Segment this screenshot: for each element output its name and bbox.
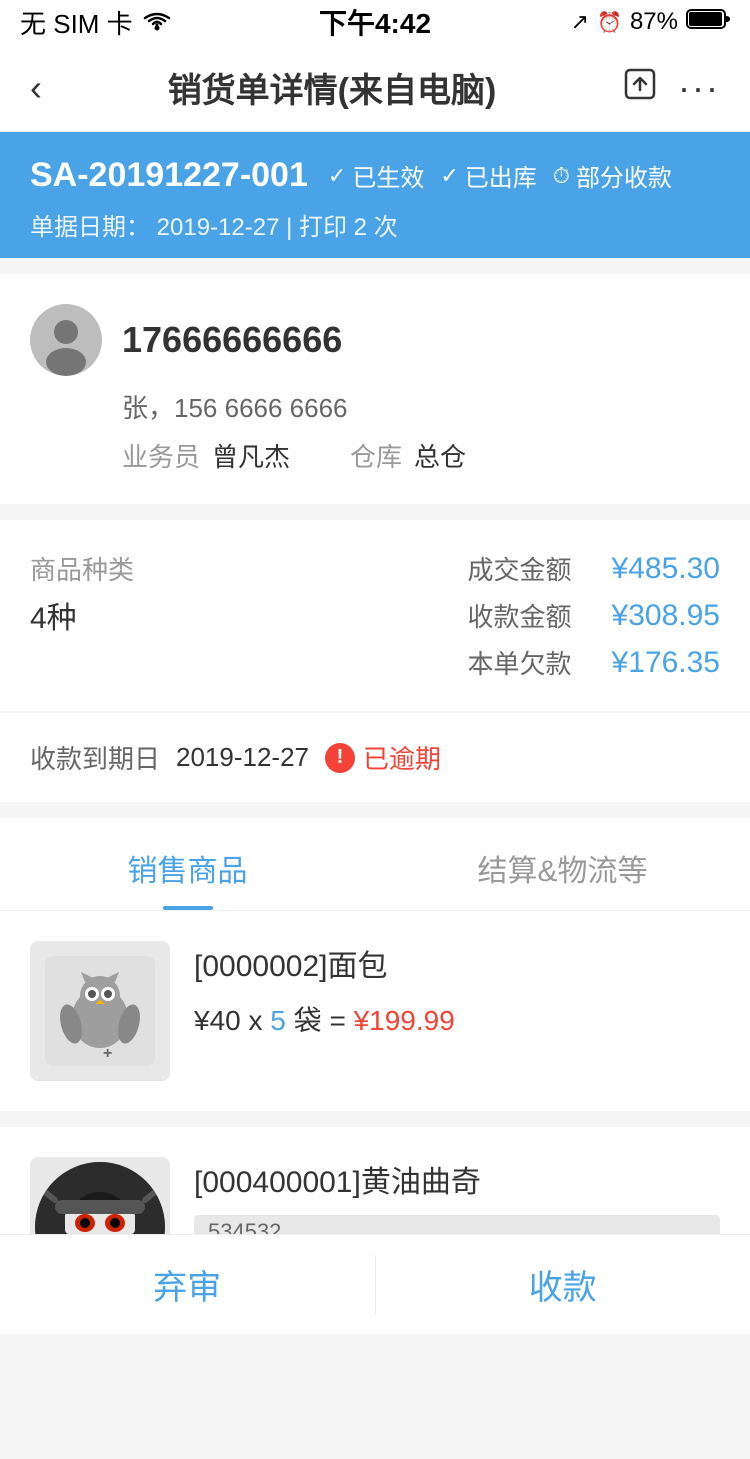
nav-actions: ··· [622, 66, 720, 110]
amount-value: ¥485.30 [612, 552, 720, 586]
check-icon-2: ✓ [440, 163, 458, 189]
carrier-text: 无 SIM 卡 [20, 4, 133, 41]
back-button[interactable]: ‹ [30, 67, 42, 109]
owed-value: ¥176.35 [612, 646, 720, 680]
svg-text:+: + [103, 1045, 112, 1062]
more-button[interactable]: ··· [678, 67, 720, 109]
received-value: ¥308.95 [612, 599, 720, 633]
status-shipped: ✓ 已出库 [440, 158, 536, 193]
share-button[interactable] [622, 66, 658, 110]
overdue-badge: ! 已逾期 [325, 739, 441, 776]
page-title: 销货单详情(来自电脑) [168, 63, 497, 112]
status-effective: ✓ 已生效 [328, 158, 424, 193]
customer-section: 17666666666 张，156 6666 6666 业务员 曾凡杰 仓库 总… [0, 274, 750, 504]
battery-icon [686, 8, 730, 37]
owed-label: 本单欠款 [468, 644, 572, 681]
tab-sales-products[interactable]: 销售商品 [0, 818, 375, 910]
product-name-2: [000400001]黄油曲奇 [194, 1157, 720, 1201]
tabs-section: 销售商品 结算&物流等 [0, 818, 750, 911]
confirm-button[interactable]: 收款 [376, 1240, 750, 1329]
amount-row-owed: 本单欠款 ¥176.35 [468, 644, 720, 681]
customer-name-phone: 张，156 6666 6666 [30, 388, 720, 425]
overdue-warning-icon: ! [325, 743, 355, 773]
order-id: SA-20191227-001 [30, 156, 308, 195]
amount-label: 成交金额 [468, 550, 572, 587]
sales-name: 曾凡杰 [212, 437, 290, 474]
wifi-icon [143, 7, 171, 38]
header-banner: SA-20191227-001 ✓ 已生效 ✓ 已出库 ⏱ 部分收款 单据日期：… [0, 132, 750, 258]
product-price-row-1: ¥40 x 5 袋 = ¥199.99 [194, 999, 720, 1039]
amount-stats: 成交金额 ¥485.30 收款金额 ¥308.95 本单欠款 ¥176.35 [468, 550, 720, 681]
bottom-bar: 弃审 收款 [0, 1234, 750, 1334]
due-date-label: 收款到期日 [30, 739, 160, 776]
nav-bar: ‹ 销货单详情(来自电脑) ··· [0, 44, 750, 132]
product-name-1: [0000002]面包 [194, 941, 720, 985]
status-tags: ✓ 已生效 ✓ 已出库 ⏱ 部分收款 [328, 158, 672, 193]
sales-info: 业务员 曾凡杰 [122, 437, 290, 474]
stats-section: 商品种类 4种 成交金额 ¥485.30 收款金额 ¥308.95 本单欠款 ¥… [0, 520, 750, 711]
clock-icon: ⏱ [553, 163, 570, 189]
amount-row-received: 收款金额 ¥308.95 [468, 597, 720, 634]
product-qty-1: 5 [270, 1005, 286, 1036]
product-item: + [0000002]面包 ¥40 x 5 袋 = ¥199.99 [0, 911, 750, 1111]
tab-settlement[interactable]: 结算&物流等 [375, 818, 750, 910]
warehouse-name: 总仓 [414, 437, 466, 474]
tab-indicator [163, 906, 213, 910]
amount-row-total: 成交金额 ¥485.30 [468, 550, 720, 587]
type-count: 4种 [30, 593, 77, 637]
alarm-icon: ⏰ [597, 10, 622, 35]
location-icon: ↗ [571, 9, 589, 35]
product-total-1: ¥199.99 [354, 1005, 455, 1036]
product-thumbnail-1: + [30, 941, 170, 1081]
overdue-text: 已逾期 [363, 739, 441, 776]
customer-meta: 业务员 曾凡杰 仓库 总仓 [30, 437, 720, 474]
battery-text: 87% [630, 8, 678, 36]
product-type-stats: 商品种类 4种 [30, 550, 134, 637]
type-label: 商品种类 [30, 550, 134, 587]
cancel-button[interactable]: 弃审 [0, 1240, 375, 1329]
status-bar-left: 无 SIM 卡 [20, 4, 171, 41]
tabs-row: 销售商品 结算&物流等 [0, 818, 750, 910]
status-bar: 无 SIM 卡 下午4:42 ↗ ⏰ 87% [0, 0, 750, 44]
avatar [30, 304, 102, 376]
received-label: 收款金额 [468, 597, 572, 634]
warehouse-info: 仓库 总仓 [350, 437, 466, 474]
check-icon-1: ✓ [328, 163, 346, 189]
status-bar-right: ↗ ⏰ 87% [571, 8, 730, 37]
due-date-value: 2019-12-27 [176, 742, 309, 773]
header-date-info: 单据日期： 2019-12-27 | 打印 2 次 [30, 207, 720, 242]
product-info-1: [0000002]面包 ¥40 x 5 袋 = ¥199.99 [194, 941, 720, 1039]
customer-phone: 17666666666 [122, 319, 342, 361]
due-date-section: 收款到期日 2019-12-27 ! 已逾期 [0, 713, 750, 802]
product-list: + [0000002]面包 ¥40 x 5 袋 = ¥199.99 [0, 911, 750, 1459]
status-partial-payment: ⏱ 部分收款 [553, 158, 672, 193]
status-bar-time: 下午4:42 [319, 2, 431, 42]
warehouse-label: 仓库 [350, 437, 402, 474]
sales-label: 业务员 [122, 437, 200, 474]
